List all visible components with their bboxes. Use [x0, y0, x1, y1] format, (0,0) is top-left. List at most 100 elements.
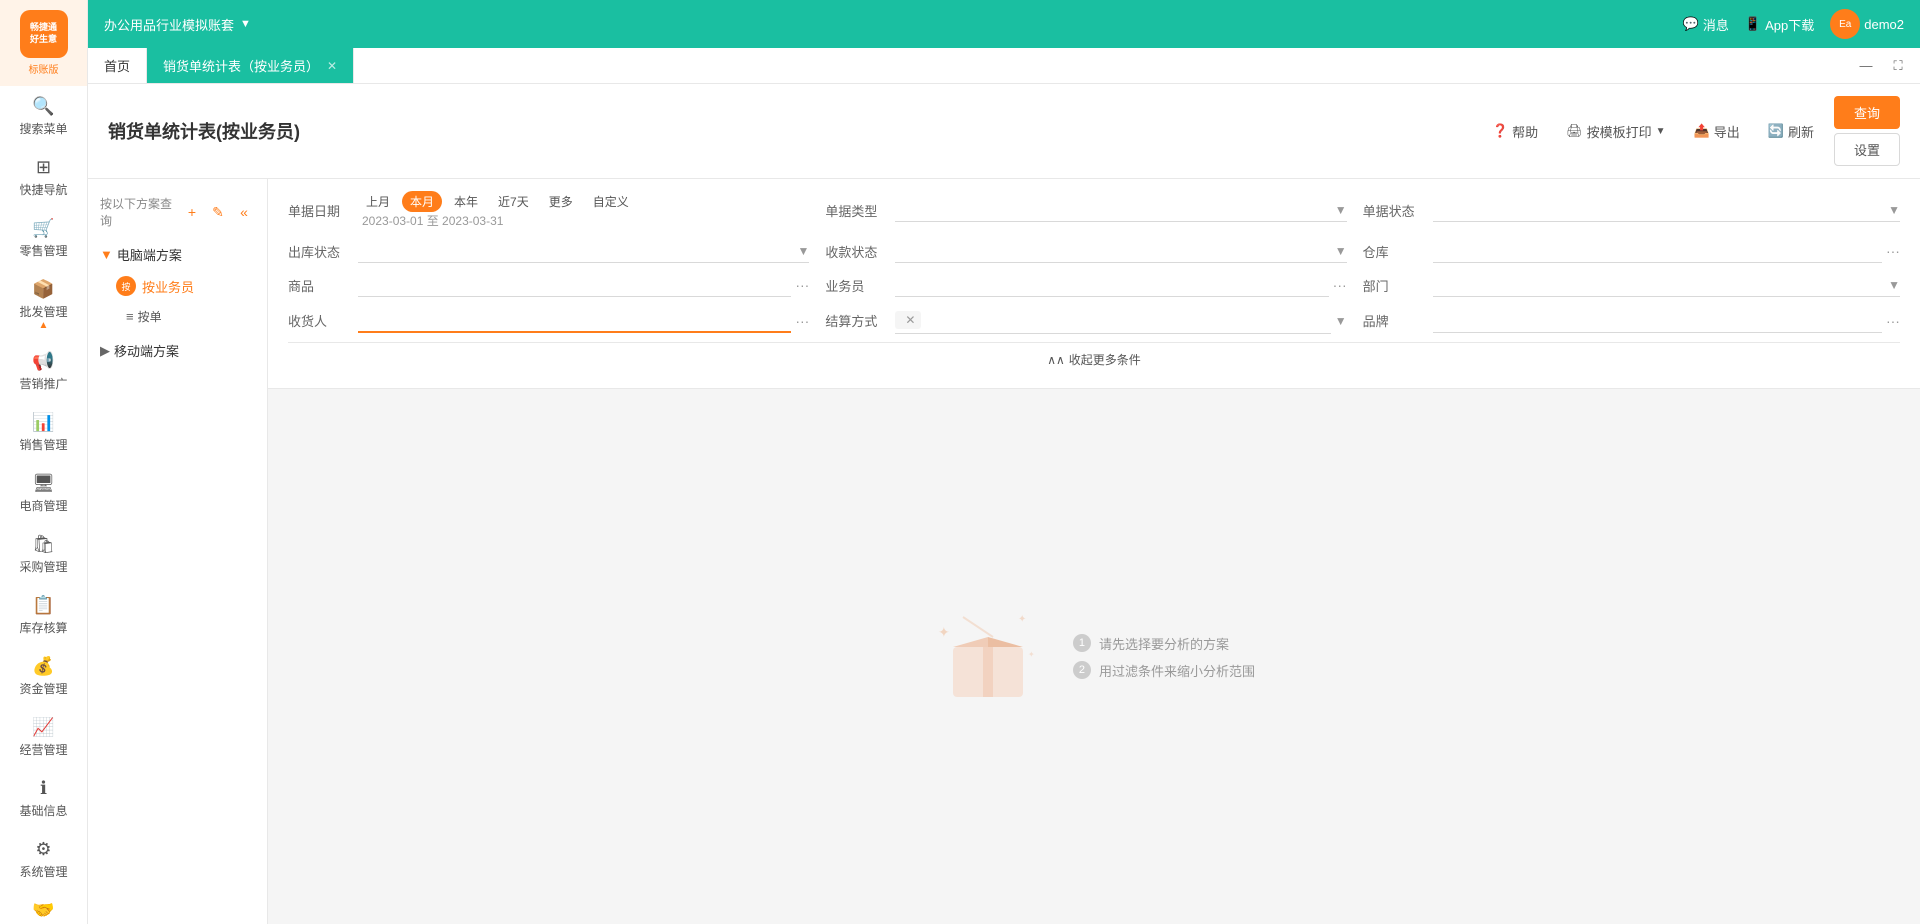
receipt-status-control: ▼	[895, 240, 1362, 263]
scheme-group-pc-arrow: ▼	[100, 247, 113, 262]
date-tag-this-month[interactable]: 本月	[402, 191, 442, 212]
print-arrow: ▼	[1656, 126, 1666, 137]
scheme-group-pc-label: 电脑端方案	[117, 245, 182, 264]
sales-icon: 📊	[32, 412, 54, 433]
date-tag-last-month[interactable]: 上月	[358, 191, 398, 212]
main-area: 办公用品行业模拟账套 ▼ 💬 消息 📱 App下载 Ea demo2 首页	[88, 0, 1920, 924]
collapse-panel-button[interactable]: «	[233, 201, 255, 223]
scheme-group-pc-title[interactable]: ▼ 电脑端方案	[88, 239, 267, 270]
scheme-item-salesperson[interactable]: 按 按业务员	[88, 270, 267, 302]
panel-icons: + ✎ «	[181, 201, 255, 223]
sidebar-item-sales[interactable]: 📊 销售管理	[0, 402, 87, 463]
filter-cell-warehouse: 仓库 ···	[1363, 239, 1900, 263]
empty-step-1: 1 请先选择要分析的方案	[1073, 634, 1255, 653]
sidebar-item-ecommerce[interactable]: 🖥 电商管理	[0, 463, 87, 524]
empty-illustration: ✦ ✦ ✦	[933, 607, 1043, 707]
payment-tag-close[interactable]: ✕	[905, 313, 915, 327]
salesperson-label: 业务员	[825, 276, 895, 295]
tab-sales-stat[interactable]: 销货单统计表（按业务员） ✕	[147, 48, 354, 83]
receipt-status-select[interactable]: ▼	[895, 240, 1346, 263]
sidebar-item-retail[interactable]: 🛒 零售管理	[0, 208, 87, 269]
sidebar-item-purchase[interactable]: 🛍 采购管理	[0, 524, 87, 585]
dept-select[interactable]: ▼	[1433, 274, 1900, 297]
date-tag-custom[interactable]: 自定义	[585, 191, 637, 212]
breadcrumb-chevron: ▼	[240, 18, 251, 30]
sidebar-item-finance[interactable]: 💰 资金管理	[0, 646, 87, 707]
sidebar-item-basic[interactable]: ℹ 基础信息	[0, 768, 87, 829]
sidebar-item-marketing-label: 营销推广	[19, 375, 67, 392]
filter-cell-date: 单据日期 上月 本月 本年 近7天 更多 自定义 2023-03-01 至 20…	[288, 191, 825, 229]
goods-control: ···	[358, 273, 825, 297]
sidebar-item-marketing[interactable]: 📢 营销推广	[0, 341, 87, 402]
order-status-select[interactable]: ▼	[1433, 199, 1900, 222]
date-tag-7days[interactable]: 近7天	[490, 191, 537, 212]
sidebar-item-shortcut[interactable]: ⊞ 快捷导航	[0, 147, 87, 208]
goods-dots[interactable]: ···	[795, 277, 809, 293]
add-scheme-button[interactable]: +	[181, 201, 203, 223]
salesperson-dots[interactable]: ···	[1333, 277, 1347, 293]
brand-control: ···	[1433, 309, 1900, 333]
print-button[interactable]: 🖨 按模板打印 ▼	[1558, 118, 1673, 145]
query-button[interactable]: 查询	[1834, 96, 1900, 129]
scheme-item-order[interactable]: ≡ 按单	[88, 302, 267, 331]
settings-button[interactable]: 设置	[1834, 133, 1900, 166]
export-label: 导出	[1714, 122, 1740, 141]
message-label: 消息	[1703, 15, 1729, 34]
sidebar-item-system[interactable]: ⚙ 系统管理	[0, 829, 87, 890]
export-button[interactable]: 📤 导出	[1686, 118, 1748, 145]
sidebar-item-purchase-label: 采购管理	[19, 558, 67, 575]
filter-row-4: 收货人 ··· 结算方式 ✕	[288, 307, 1900, 334]
scheme-group-pc: ▼ 电脑端方案 按 按业务员 ≡ 按单	[88, 239, 267, 331]
filter-cell-consignee: 收货人 ···	[288, 307, 825, 334]
warehouse-input[interactable]	[1433, 239, 1882, 263]
sidebar-item-ecommerce-label: 电商管理	[19, 497, 67, 514]
date-tag-this-year[interactable]: 本年	[446, 191, 486, 212]
empty-content: ✦ ✦ ✦ 1 请先选择要分析的方案 2	[933, 607, 1255, 707]
help-button[interactable]: ❓ 帮助	[1484, 118, 1546, 145]
app-label: App下载	[1765, 15, 1814, 34]
user-area[interactable]: Ea demo2	[1830, 9, 1904, 39]
app-download-button[interactable]: 📱 App下载	[1745, 15, 1814, 34]
tab-maximize-button[interactable]: ⛶	[1884, 52, 1912, 80]
collapse-button[interactable]: ∧∧ 收起更多条件	[288, 342, 1900, 376]
sidebar-item-operation[interactable]: 📈 经营管理	[0, 707, 87, 768]
salesperson-input[interactable]	[895, 273, 1328, 297]
sidebar-item-inventory[interactable]: 📋 库存核算	[0, 585, 87, 646]
scheme-group-mobile-label: 移动端方案	[114, 341, 179, 360]
refresh-button[interactable]: 🔄 刷新	[1760, 118, 1822, 145]
date-tag-more[interactable]: 更多	[541, 191, 581, 212]
date-range: 2023-03-01 至 2023-03-31	[362, 212, 809, 229]
tab-minimize-button[interactable]: —	[1852, 52, 1880, 80]
consignee-control: ···	[358, 308, 825, 333]
empty-state: ✦ ✦ ✦ 1 请先选择要分析的方案 2	[268, 389, 1920, 924]
filter-cell-payment: 结算方式 ✕ ▼	[825, 307, 1362, 334]
enterprise-icon: 🤝	[32, 900, 54, 921]
sidebar-item-enterprise[interactable]: 🤝 企业协同	[0, 890, 87, 924]
svg-text:✦: ✦	[1028, 650, 1035, 659]
order-type-select[interactable]: ▼	[895, 199, 1346, 222]
warehouse-dots[interactable]: ···	[1886, 243, 1900, 259]
out-status-select[interactable]: ▼	[358, 240, 809, 263]
consignee-input[interactable]	[358, 308, 791, 333]
tabbar-right: — ⛶	[1852, 48, 1920, 83]
scheme-group-mobile-title[interactable]: ▶ 移动端方案	[88, 335, 267, 366]
filter-cell-out-status: 出库状态 ▼	[288, 239, 825, 263]
sidebar-item-search[interactable]: 🔍 搜索菜单	[0, 86, 87, 147]
goods-input[interactable]	[358, 273, 791, 297]
brand-input[interactable]	[1433, 309, 1882, 333]
scheme-icon-text: 按	[121, 280, 130, 293]
payment-control: ✕ ▼	[895, 307, 1362, 334]
message-button[interactable]: 💬 消息	[1683, 15, 1729, 34]
payment-tags: ✕	[895, 307, 1330, 334]
consignee-dots[interactable]: ···	[795, 313, 809, 329]
brand-dots[interactable]: ···	[1886, 313, 1900, 329]
search-icon: 🔍	[32, 96, 54, 117]
inventory-icon: 📋	[32, 595, 54, 616]
sidebar-item-wholesale[interactable]: 📦 批发管理 ▲	[0, 269, 87, 341]
help-label: 帮助	[1512, 122, 1538, 141]
tab-close-icon[interactable]: ✕	[327, 59, 337, 73]
edit-scheme-button[interactable]: ✎	[207, 201, 229, 223]
tab-home[interactable]: 首页	[88, 48, 147, 83]
filter-cell-order-type: 单据类型 ▼	[825, 191, 1362, 229]
breadcrumb-area: 办公用品行业模拟账套 ▼	[88, 15, 251, 34]
